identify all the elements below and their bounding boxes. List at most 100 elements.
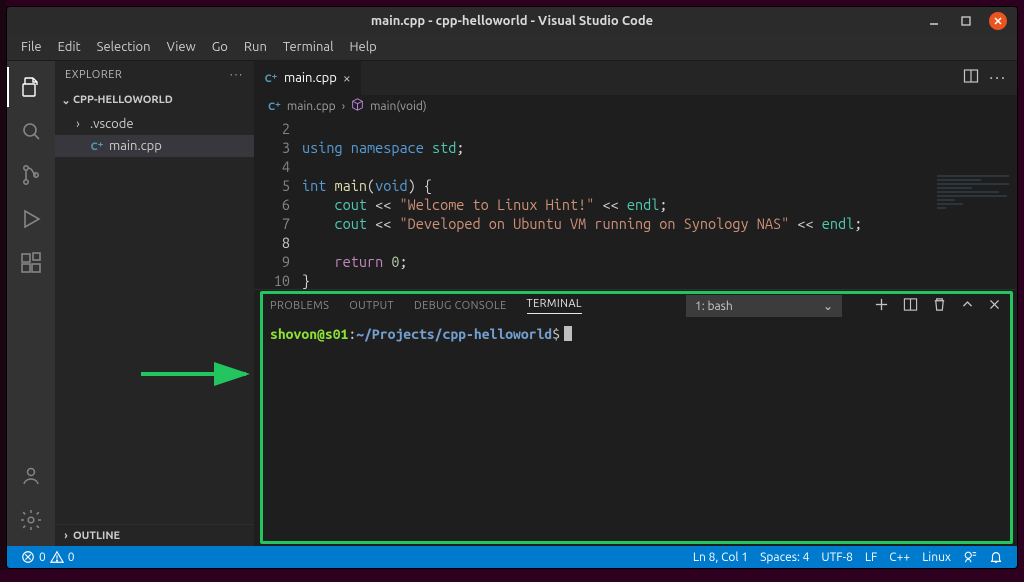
activity-settings-icon[interactable] — [7, 500, 55, 540]
close-button[interactable] — [989, 12, 1007, 30]
annotation-arrow — [136, 359, 256, 389]
symbol-cube-icon — [351, 98, 364, 114]
line-number: 6 — [254, 195, 290, 214]
new-terminal-icon[interactable] — [874, 297, 889, 315]
menu-go[interactable]: Go — [204, 36, 236, 58]
activity-bar — [7, 61, 55, 546]
code-body[interactable]: using namespace std; int main(void) { co… — [302, 117, 1017, 289]
status-language[interactable]: C++ — [883, 546, 916, 568]
line-number: 7 — [254, 214, 290, 233]
window-title: main.cpp - cpp-helloworld - Visual Studi… — [7, 14, 1017, 28]
activity-extensions-icon[interactable] — [7, 243, 55, 283]
cpp-file-icon: C⁺ — [90, 140, 104, 153]
menu-file[interactable]: File — [13, 36, 50, 58]
activity-explorer-icon[interactable] — [7, 67, 55, 107]
terminal-selector[interactable]: 1: bash ⌄ — [686, 295, 842, 317]
breadcrumb-separator: › — [342, 100, 345, 113]
cpp-file-icon: C⁺ — [268, 100, 281, 113]
main-area: EXPLORER ··· ⌄ CPP-HELLOWORLD › .vscode … — [7, 61, 1017, 546]
activity-source-control-icon[interactable] — [7, 155, 55, 195]
panel-tab-debug-console[interactable]: DEBUG CONSOLE — [414, 300, 507, 312]
sidebar-outline-label: OUTLINE — [73, 530, 120, 542]
tree-item-label: main.cpp — [109, 139, 162, 153]
split-terminal-icon[interactable] — [903, 297, 918, 315]
sidebar-project-name: CPP-HELLOWORLD — [73, 94, 173, 106]
menu-bar: File Edit Selection View Go Run Terminal… — [7, 34, 1017, 61]
editor-more-icon[interactable]: ··· — [989, 69, 1007, 87]
breadcrumb-file: main.cpp — [287, 100, 336, 113]
breadcrumb-symbol: main(void) — [370, 100, 427, 113]
menu-edit[interactable]: Edit — [50, 36, 89, 58]
maximize-button[interactable] — [957, 12, 975, 30]
status-bar: 0 0 Ln 8, Col 1 Spaces: 4 UTF-8 LF C++ L… — [7, 546, 1017, 568]
status-errors-count: 0 — [39, 551, 46, 564]
close-panel-icon[interactable] — [988, 298, 1001, 314]
tree-folder-vscode[interactable]: › .vscode — [55, 113, 254, 135]
vscode-window: main.cpp - cpp-helloworld - Visual Studi… — [6, 6, 1018, 569]
status-errors-warnings[interactable]: 0 0 — [15, 546, 81, 568]
tree-file-main-cpp[interactable]: C⁺ main.cpp — [55, 135, 254, 157]
line-number: 8 — [254, 233, 290, 252]
warning-icon — [50, 550, 64, 564]
menu-view[interactable]: View — [159, 36, 204, 58]
panel-tab-bar: PROBLEMS OUTPUT DEBUG CONSOLE TERMINAL 1… — [254, 290, 1017, 322]
editor-group: C⁺ main.cpp × ··· C⁺ main.cpp › m — [254, 61, 1017, 546]
terminal-selector-label: 1: bash — [695, 300, 733, 313]
status-indentation[interactable]: Spaces: 4 — [754, 546, 815, 568]
chevron-down-icon: ⌄ — [823, 299, 833, 313]
line-number: 10 — [254, 271, 290, 290]
tree-item-label: .vscode — [90, 117, 134, 131]
sidebar-outline-header[interactable]: › OUTLINE — [55, 524, 254, 546]
window-titlebar: main.cpp - cpp-helloworld - Visual Studi… — [7, 7, 1017, 34]
sidebar-header: EXPLORER ··· — [55, 61, 254, 89]
sidebar-more-icon[interactable]: ··· — [230, 69, 244, 81]
panel-tab-output[interactable]: OUTPUT — [349, 300, 394, 312]
explorer-sidebar: EXPLORER ··· ⌄ CPP-HELLOWORLD › .vscode … — [55, 61, 254, 546]
status-os[interactable]: Linux — [916, 546, 957, 568]
panel-tab-problems[interactable]: PROBLEMS — [270, 300, 329, 312]
code-editor[interactable]: 2 3 4 5 6 7 8 9 10 using namespace std; … — [254, 117, 1017, 289]
menu-help[interactable]: Help — [341, 36, 384, 58]
line-number: 2 — [254, 119, 290, 138]
menu-terminal[interactable]: Terminal — [275, 36, 342, 58]
editor-tab-bar: C⁺ main.cpp × ··· — [254, 61, 1017, 95]
line-number: 9 — [254, 252, 290, 271]
prompt-end: $ — [552, 326, 560, 342]
sidebar-title: EXPLORER — [65, 69, 122, 81]
status-feedback-icon[interactable] — [957, 546, 983, 568]
bottom-panel: PROBLEMS OUTPUT DEBUG CONSOLE TERMINAL 1… — [254, 289, 1017, 546]
terminal-body[interactable]: shovon@s01:~/Projects/cpp-helloworld$ — [254, 322, 1017, 546]
activity-run-debug-icon[interactable] — [7, 199, 55, 239]
window-controls — [925, 7, 1013, 34]
status-notifications-icon[interactable] — [983, 546, 1009, 568]
kill-terminal-icon[interactable] — [932, 297, 947, 315]
status-encoding[interactable]: UTF-8 — [815, 546, 858, 568]
breadcrumb[interactable]: C⁺ main.cpp › main(void) — [254, 95, 1017, 117]
editor-tab-actions: ··· — [953, 61, 1017, 95]
editor-tab-main-cpp[interactable]: C⁺ main.cpp × — [254, 61, 362, 95]
error-icon — [21, 550, 35, 564]
line-number: 3 — [254, 138, 290, 157]
activity-search-icon[interactable] — [7, 111, 55, 151]
status-warnings-count: 0 — [68, 551, 75, 564]
status-cursor-position[interactable]: Ln 8, Col 1 — [687, 546, 754, 568]
panel-wrap: PROBLEMS OUTPUT DEBUG CONSOLE TERMINAL 1… — [254, 289, 1017, 546]
minimize-button[interactable] — [925, 12, 943, 30]
maximize-panel-icon[interactable] — [961, 298, 974, 314]
file-tree: › .vscode C⁺ main.cpp — [55, 111, 254, 163]
line-number: 4 — [254, 157, 290, 176]
chevron-right-icon: › — [71, 117, 85, 131]
editor-tab-label: main.cpp — [284, 71, 337, 85]
status-eol[interactable]: LF — [859, 546, 883, 568]
split-editor-icon[interactable] — [963, 68, 979, 88]
sidebar-project-header[interactable]: ⌄ CPP-HELLOWORLD — [55, 89, 254, 111]
activity-accounts-icon[interactable] — [7, 456, 55, 496]
prompt-path: ~/Projects/cpp-helloworld — [356, 326, 552, 342]
panel-tab-terminal[interactable]: TERMINAL — [527, 298, 582, 314]
menu-run[interactable]: Run — [236, 36, 275, 58]
menu-selection[interactable]: Selection — [89, 36, 159, 58]
panel-actions — [874, 297, 1001, 315]
line-gutter: 2 3 4 5 6 7 8 9 10 — [254, 117, 302, 289]
close-tab-icon[interactable]: × — [343, 70, 351, 86]
chevron-right-icon: › — [59, 530, 73, 542]
